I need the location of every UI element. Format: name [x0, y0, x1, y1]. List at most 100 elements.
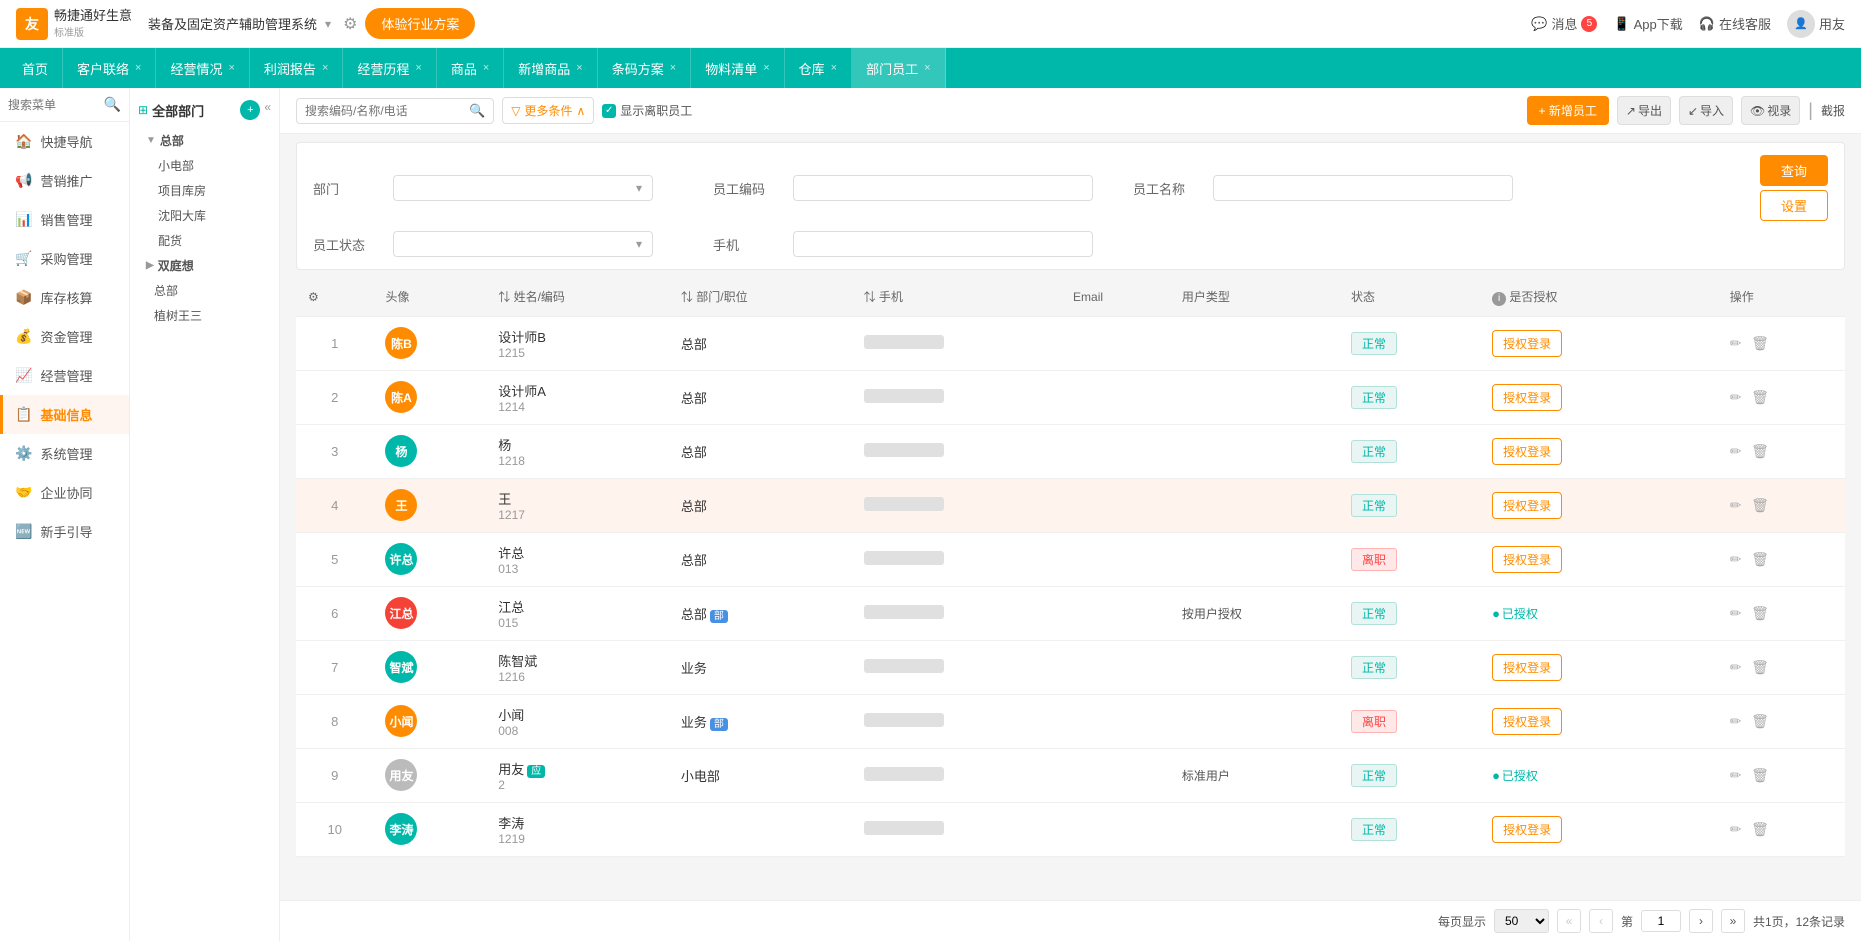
more-filter-btn[interactable]: ▽ 更多条件 ∧ — [502, 97, 594, 124]
close-history-tab[interactable]: × — [415, 62, 421, 74]
app-download-item[interactable]: 📱 App下载 — [1613, 14, 1682, 33]
edit-icon[interactable]: ✏ — [1730, 497, 1742, 513]
tab-operations[interactable]: 经营情况× — [156, 48, 249, 88]
column-settings-icon[interactable]: ⚙ — [308, 290, 319, 304]
delete-icon[interactable]: 🗑 — [1751, 713, 1769, 729]
edit-icon[interactable]: ✏ — [1730, 551, 1742, 567]
authorize-btn[interactable]: 授权登录 — [1492, 816, 1562, 843]
emp-name-input[interactable] — [1213, 175, 1513, 201]
delete-icon[interactable]: 🗑 — [1751, 335, 1769, 351]
search-input[interactable] — [305, 104, 465, 118]
tab-home[interactable]: 首页 — [8, 48, 63, 88]
close-warehouse-tab[interactable]: × — [831, 62, 837, 74]
tab-customer[interactable]: 客户联络× — [63, 48, 156, 88]
edit-icon[interactable]: ✏ — [1730, 713, 1742, 729]
collapse-tree-icon[interactable]: « — [264, 100, 271, 120]
emp-status-select[interactable]: ▾ — [393, 231, 653, 257]
close-new-goods-tab[interactable]: × — [576, 62, 582, 74]
view-button[interactable]: 👁 视录 — [1741, 96, 1800, 125]
authorize-btn[interactable]: 授权登录 — [1492, 546, 1562, 573]
export-button[interactable]: ↗ 导出 — [1617, 96, 1671, 125]
tab-bom[interactable]: 物料清单× — [691, 48, 784, 88]
sidebar-item-sales[interactable]: 📊销售管理 — [0, 200, 129, 239]
sidebar-item-corp[interactable]: 🤝企业协同 — [0, 473, 129, 512]
page-input[interactable] — [1641, 910, 1681, 932]
add-employee-button[interactable]: + 新增员工 — [1527, 96, 1609, 125]
authorize-btn[interactable]: 授权登录 — [1492, 384, 1562, 411]
tab-history[interactable]: 经营历程× — [343, 48, 436, 88]
dept-item-xiaodibu[interactable]: 小电部 — [150, 153, 271, 178]
delete-icon[interactable]: 🗑 — [1751, 389, 1769, 405]
dept-filter-select[interactable]: ▾ — [393, 175, 653, 201]
edit-icon[interactable]: ✏ — [1730, 821, 1742, 837]
add-dept-btn[interactable]: + — [240, 100, 260, 120]
close-barcode-tab[interactable]: × — [670, 62, 676, 74]
sidebar-item-finance[interactable]: 💰资金管理 — [0, 317, 129, 356]
dept-item-shenyang[interactable]: 沈阳大库 — [150, 203, 271, 228]
settings-icon[interactable]: ⚙ — [343, 14, 357, 34]
notification-item[interactable]: 💬 消息 5 — [1531, 14, 1597, 33]
sidebar-item-purchase[interactable]: 🛒采购管理 — [0, 239, 129, 278]
dept-item-peihuo[interactable]: 配货 — [150, 228, 271, 253]
phone-input[interactable] — [793, 231, 1093, 257]
delete-icon[interactable]: 🗑 — [1751, 659, 1769, 675]
delete-icon[interactable]: 🗑 — [1751, 605, 1769, 621]
edit-icon[interactable]: ✏ — [1730, 605, 1742, 621]
sidebar-item-operations[interactable]: 📈经营管理 — [0, 356, 129, 395]
show-resigned-checkbox[interactable]: ✓ — [602, 104, 616, 118]
tab-barcode[interactable]: 条码方案× — [598, 48, 691, 88]
delete-icon[interactable]: 🗑 — [1751, 443, 1769, 459]
tab-department[interactable]: 部门员工× — [852, 48, 945, 88]
auth-info-icon[interactable]: i — [1492, 292, 1506, 306]
edit-icon[interactable]: ✏ — [1730, 767, 1742, 783]
sidebar-item-system[interactable]: ⚙️系统管理 — [0, 434, 129, 473]
close-goods-tab[interactable]: × — [483, 62, 489, 74]
sidebar-item-quicknav[interactable]: 🏠快捷导航 — [0, 122, 129, 161]
dept-item-zhishu[interactable]: 植树王三 — [138, 303, 271, 328]
per-page-select[interactable]: 50 20 100 — [1494, 909, 1549, 933]
close-customer-tab[interactable]: × — [135, 62, 141, 74]
edit-icon[interactable]: ✏ — [1730, 443, 1742, 459]
delete-icon[interactable]: 🗑 — [1751, 767, 1769, 783]
close-department-tab[interactable]: × — [924, 62, 930, 74]
tab-goods[interactable]: 商品× — [437, 48, 504, 88]
dept-item-root[interactable]: ▼总部 — [138, 128, 271, 153]
last-page-btn[interactable]: » — [1721, 909, 1745, 933]
prev-page-btn[interactable]: ‹ — [1589, 909, 1613, 933]
user-item[interactable]: 👤 用友 — [1787, 10, 1845, 38]
dept-item-shuangtingxiang[interactable]: ▶双庭想 — [138, 253, 271, 278]
delete-icon[interactable]: 🗑 — [1751, 497, 1769, 513]
close-operations-tab[interactable]: × — [228, 62, 234, 74]
authorize-btn[interactable]: 授权登录 — [1492, 708, 1562, 735]
edit-icon[interactable]: ✏ — [1730, 659, 1742, 675]
import-button[interactable]: ↙ 导入 — [1679, 96, 1733, 125]
tab-new-goods[interactable]: 新增商品× — [504, 48, 597, 88]
emp-code-input[interactable] — [793, 175, 1093, 201]
system-name-dropdown[interactable]: ▾ — [325, 17, 331, 31]
next-page-btn[interactable]: › — [1689, 909, 1713, 933]
sidebar-item-guide[interactable]: 🆕新手引导 — [0, 512, 129, 551]
online-service-item[interactable]: 🎧 在线客服 — [1699, 14, 1771, 33]
reset-button[interactable]: 设置 — [1760, 190, 1828, 221]
delete-icon[interactable]: 🗑 — [1751, 821, 1769, 837]
authorize-btn[interactable]: 授权登录 — [1492, 654, 1562, 681]
sidebar-item-marketing[interactable]: 📢营销推广 — [0, 161, 129, 200]
edit-icon[interactable]: ✏ — [1730, 389, 1742, 405]
authorize-btn[interactable]: 授权登录 — [1492, 330, 1562, 357]
authorize-btn[interactable]: 授权登录 — [1492, 492, 1562, 519]
extra-btn[interactable]: 截报 — [1821, 102, 1845, 119]
tab-warehouse[interactable]: 仓库× — [785, 48, 852, 88]
edit-icon[interactable]: ✏ — [1730, 335, 1742, 351]
close-bom-tab[interactable]: × — [763, 62, 769, 74]
first-page-btn[interactable]: « — [1557, 909, 1581, 933]
authorize-btn[interactable]: 授权登录 — [1492, 438, 1562, 465]
delete-icon[interactable]: 🗑 — [1751, 551, 1769, 567]
dept-item-zongbu[interactable]: 总部 — [138, 278, 271, 303]
tab-profit[interactable]: 利润报告× — [250, 48, 343, 88]
trial-button[interactable]: 体验行业方案 — [365, 8, 475, 39]
sidebar-item-inventory[interactable]: 📦库存核算 — [0, 278, 129, 317]
sidebar-item-basic[interactable]: 📋基础信息 — [0, 395, 129, 434]
sidebar-search-icon[interactable]: 🔍 — [104, 96, 121, 113]
dept-item-xiangmu[interactable]: 项目库房 — [150, 178, 271, 203]
query-button[interactable]: 查询 — [1760, 155, 1828, 186]
